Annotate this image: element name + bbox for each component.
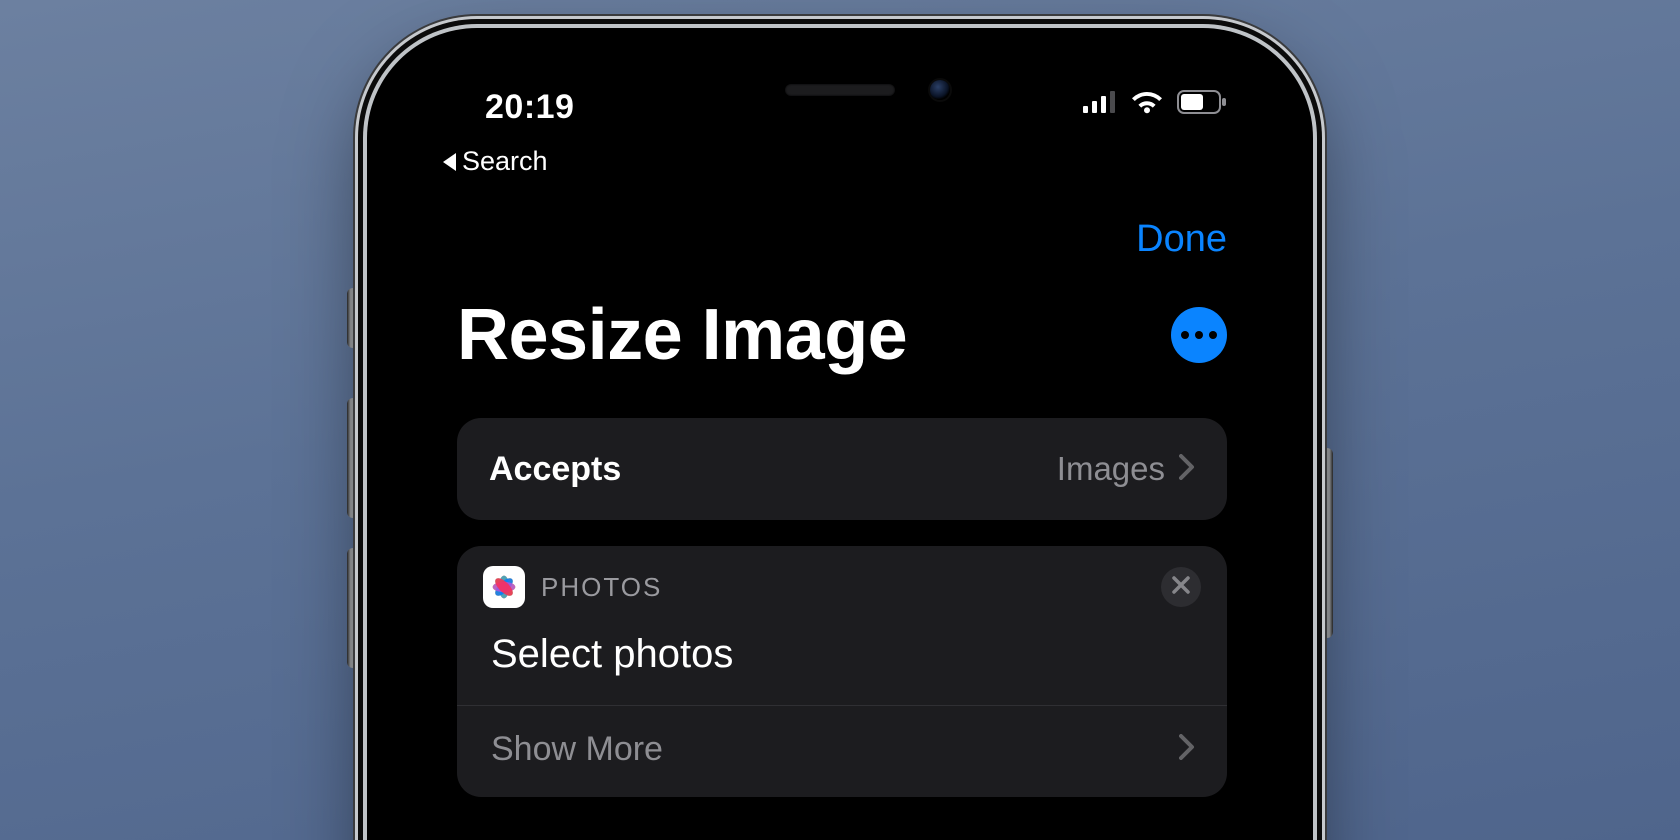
accepts-value: Images	[1057, 450, 1165, 488]
show-more-label: Show More	[491, 730, 663, 769]
volume-down-button[interactable]	[347, 548, 359, 668]
phone-screen: 20:19 Search	[401, 62, 1279, 840]
antenna-band	[1075, 14, 1093, 28]
action-app-label: PHOTOS	[541, 572, 662, 603]
power-button[interactable]	[1321, 448, 1333, 638]
page-title: Resize Image	[457, 294, 907, 376]
accepts-row[interactable]: Accepts Images	[457, 418, 1227, 520]
chevron-right-icon	[1179, 734, 1195, 765]
accepts-label: Accepts	[489, 450, 621, 489]
cellular-icon	[1083, 91, 1117, 113]
back-label: Search	[462, 146, 548, 177]
status-time: 20:19	[485, 88, 574, 127]
delete-action-button[interactable]	[1161, 567, 1201, 607]
ellipsis-icon	[1209, 331, 1217, 339]
ellipsis-icon	[1195, 331, 1203, 339]
back-to-search[interactable]: Search	[443, 146, 1279, 177]
ellipsis-icon	[1181, 331, 1189, 339]
mute-switch[interactable]	[347, 288, 359, 348]
battery-icon	[1177, 90, 1227, 114]
antenna-band	[353, 248, 367, 266]
photos-app-icon	[483, 566, 525, 608]
phone-device: 20:19 Search	[367, 28, 1313, 840]
more-button[interactable]	[1171, 307, 1227, 363]
status-bar: 20:19	[401, 62, 1279, 148]
phone-frame: 20:19 Search	[367, 28, 1313, 840]
volume-up-button[interactable]	[347, 398, 359, 518]
back-triangle-icon	[443, 153, 456, 171]
antenna-band	[587, 14, 605, 28]
done-button[interactable]: Done	[1136, 218, 1227, 261]
action-title[interactable]: Select photos	[491, 632, 1201, 677]
antenna-band	[1313, 248, 1327, 266]
status-icons	[1083, 90, 1227, 114]
background: 20:19 Search	[0, 0, 1680, 840]
show-more-row[interactable]: Show More	[483, 706, 1201, 797]
title-bar: Resize Image	[457, 294, 1227, 376]
close-icon	[1172, 576, 1190, 599]
chevron-right-icon	[1179, 450, 1195, 488]
action-card-photos: PHOTOS Select photos Show More	[457, 546, 1227, 797]
wifi-icon	[1131, 90, 1163, 114]
